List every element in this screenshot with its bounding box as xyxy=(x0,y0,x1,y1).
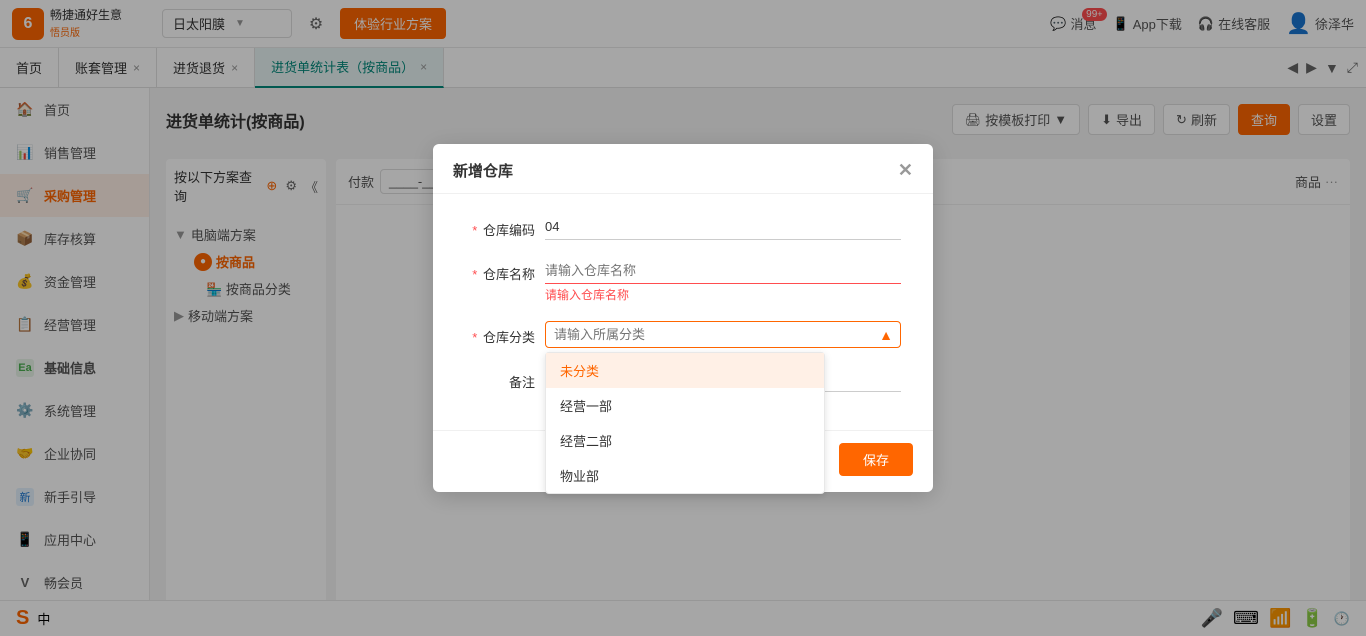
save-button[interactable]: 保存 xyxy=(839,443,913,476)
category-input-wrapper: ▲ 未分类 经营一部 经营二部 物业部 xyxy=(545,321,901,348)
category-dropdown: 未分类 经营一部 经营二部 物业部 xyxy=(545,352,825,494)
new-warehouse-modal: 新增仓库 ✕ * 仓库编码 * 仓库名称 请输入仓库名称 xyxy=(433,144,933,492)
name-error-msg: 请输入仓库名称 xyxy=(545,286,901,303)
modal-title: 新增仓库 xyxy=(453,160,513,181)
name-input[interactable] xyxy=(545,258,901,284)
note-label: 备注 xyxy=(465,366,545,391)
category-input[interactable] xyxy=(545,321,901,348)
code-input[interactable] xyxy=(545,214,901,240)
name-label: * 仓库名称 xyxy=(465,258,545,283)
code-field-row: * 仓库编码 xyxy=(465,214,901,240)
category-toggle-icon[interactable]: ▲ xyxy=(879,327,893,343)
category-label: * 仓库分类 xyxy=(465,321,545,346)
dropdown-item-1[interactable]: 经营一部 xyxy=(546,388,824,423)
dropdown-item-3[interactable]: 物业部 xyxy=(546,458,824,493)
name-field-row: * 仓库名称 请输入仓库名称 xyxy=(465,258,901,303)
code-label: * 仓库编码 xyxy=(465,214,545,239)
modal-close-icon[interactable]: ✕ xyxy=(898,160,913,181)
dropdown-item-2[interactable]: 经营二部 xyxy=(546,423,824,458)
modal-header: 新增仓库 ✕ xyxy=(433,144,933,194)
category-field-row: * 仓库分类 ▲ 未分类 经营一部 经营二部 物业部 xyxy=(465,321,901,348)
modal-body: * 仓库编码 * 仓库名称 请输入仓库名称 * 仓库分类 xyxy=(433,194,933,430)
dropdown-item-0[interactable]: 未分类 xyxy=(546,353,824,388)
